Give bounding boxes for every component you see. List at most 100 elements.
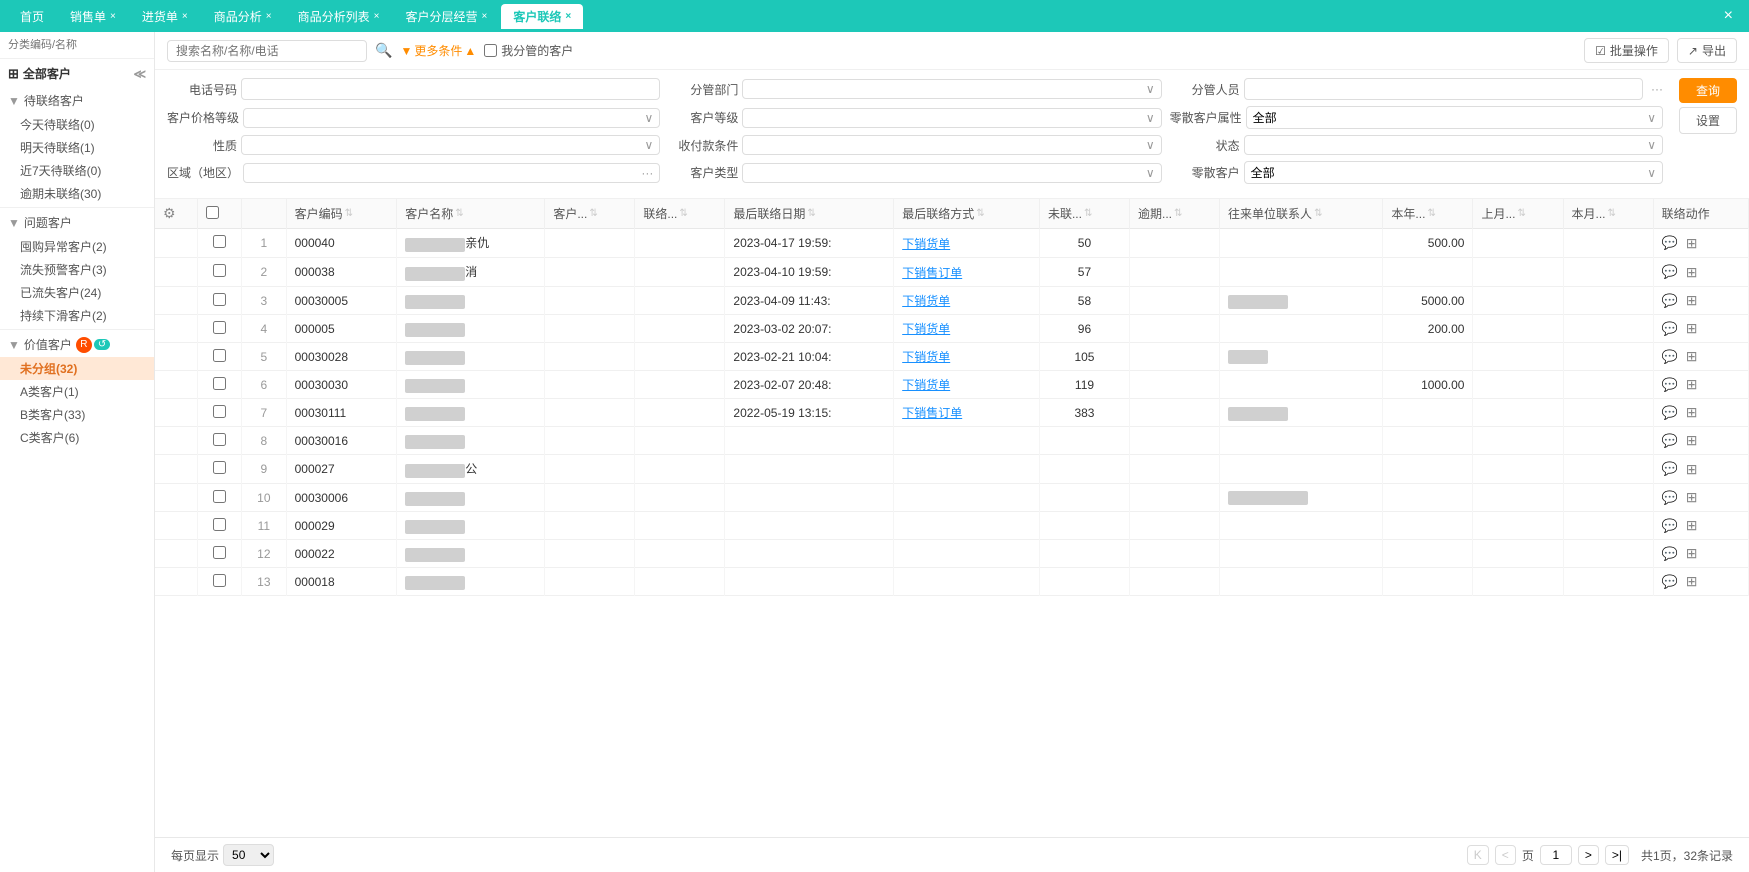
window-close-btn[interactable]: × (1716, 7, 1741, 25)
last-method-link-4[interactable]: 下销货单 (902, 350, 950, 364)
tab-customer-contact[interactable]: 客户联络 × (501, 4, 583, 29)
current-page-input[interactable] (1540, 845, 1572, 865)
sidebar-item-declining[interactable]: 持续下滑客户(2) (0, 304, 154, 327)
grid-icon-10[interactable]: ⊞ (1686, 517, 1698, 534)
chat-icon-10[interactable]: 💬 (1662, 518, 1678, 534)
grid-icon-9[interactable]: ⊞ (1686, 489, 1698, 506)
chat-icon-6[interactable]: 💬 (1662, 405, 1678, 421)
per-page-select[interactable]: 50 100 200 (223, 844, 274, 866)
th-check[interactable] (198, 199, 242, 229)
query-btn[interactable]: 查询 (1679, 78, 1737, 103)
first-page-btn[interactable]: K (1467, 845, 1489, 865)
chat-icon-9[interactable]: 💬 (1662, 490, 1678, 506)
grid-icon-3[interactable]: ⊞ (1686, 320, 1698, 337)
td-check-1[interactable] (198, 258, 242, 287)
sidebar-item-overdue-pending[interactable]: 逾期未联络(30) (0, 182, 154, 205)
my-customers-checkbox-label[interactable]: 我分管的客户 (484, 42, 573, 59)
row-checkbox-11[interactable] (213, 546, 226, 559)
row-checkbox-8[interactable] (213, 461, 226, 474)
grid-icon-0[interactable]: ⊞ (1686, 235, 1698, 252)
sidebar-item-class-c[interactable]: C类客户(6) (0, 426, 154, 449)
sidebar-group-problem-customers[interactable]: ▼ 问题客户 (0, 210, 154, 235)
td-check-5[interactable] (198, 371, 242, 399)
td-check-8[interactable] (198, 455, 242, 484)
tab-purchase-close[interactable]: × (182, 11, 188, 22)
next-page-btn[interactable]: > (1578, 845, 1599, 865)
gear-icon[interactable]: ⚙ (163, 205, 176, 221)
last-method-link-2[interactable]: 下销货单 (902, 294, 950, 308)
chat-icon-3[interactable]: 💬 (1662, 321, 1678, 337)
grid-icon-4[interactable]: ⊞ (1686, 348, 1698, 365)
grid-icon-2[interactable]: ⊞ (1686, 292, 1698, 309)
last-method-link-1[interactable]: 下销售订单 (902, 266, 962, 280)
batch-op-btn[interactable]: ☑ 批量操作 (1584, 38, 1669, 63)
th-code[interactable]: 客户编码⇅ (286, 199, 397, 229)
tab-sales[interactable]: 销售单 × (58, 4, 128, 29)
filter-region-more[interactable]: ··· (641, 166, 653, 180)
tab-customer-tier[interactable]: 客户分层经营 × (393, 4, 499, 29)
tab-customer-tier-close[interactable]: × (481, 11, 487, 22)
sidebar-item-7day-pending[interactable]: 近7天待联络(0) (0, 159, 154, 182)
filter-region-select[interactable]: ··· (243, 163, 660, 183)
more-conditions-btn[interactable]: ▼ 更多条件 ▲ (400, 42, 476, 59)
my-customers-checkbox[interactable] (484, 44, 497, 57)
filter-person-input[interactable] (1244, 78, 1643, 100)
sidebar-group-value-customers[interactable]: ▼ 价值客户 R ↺ (0, 332, 154, 357)
row-checkbox-6[interactable] (213, 405, 226, 418)
sidebar-item-class-b[interactable]: B类客户(33) (0, 403, 154, 426)
sidebar-item-tomorrow-pending[interactable]: 明天待联络(1) (0, 136, 154, 159)
row-checkbox-5[interactable] (213, 377, 226, 390)
chat-icon-2[interactable]: 💬 (1662, 293, 1678, 309)
filter-scattered-customer-select[interactable]: 全部 ∨ (1244, 161, 1663, 184)
th-unit-contact[interactable]: 往来单位联系人⇅ (1220, 199, 1383, 229)
all-customers-header[interactable]: ⊞ 全部客户 ≪ (0, 59, 154, 88)
tab-product-analysis[interactable]: 商品分析 × (202, 4, 284, 29)
filter-phone-input[interactable] (241, 78, 660, 100)
last-method-link-3[interactable]: 下销货单 (902, 322, 950, 336)
tab-sales-close[interactable]: × (110, 11, 116, 22)
chat-icon-0[interactable]: 💬 (1662, 235, 1678, 251)
tab-product-analysis-list-close[interactable]: × (374, 11, 380, 22)
filter-scattered-attr-select[interactable]: 全部 ∨ (1246, 106, 1663, 129)
last-method-link-6[interactable]: 下销售订单 (902, 406, 962, 420)
sidebar-item-churned[interactable]: 已流失客户(24) (0, 281, 154, 304)
chat-icon-11[interactable]: 💬 (1662, 546, 1678, 562)
grid-icon-8[interactable]: ⊞ (1686, 461, 1698, 478)
td-check-0[interactable] (198, 229, 242, 258)
td-check-9[interactable] (198, 484, 242, 512)
filter-nature-select[interactable]: ∨ (241, 135, 660, 155)
sidebar-item-unclassified[interactable]: 未分组(32) (0, 357, 154, 380)
select-all-checkbox[interactable] (206, 206, 219, 219)
td-check-4[interactable] (198, 343, 242, 371)
th-contact[interactable]: 联络...⇅ (635, 199, 725, 229)
filter-customer-type-select[interactable]: ∨ (742, 163, 1161, 183)
grid-icon-11[interactable]: ⊞ (1686, 545, 1698, 562)
filter-person-more[interactable]: ··· (1651, 82, 1663, 96)
row-checkbox-2[interactable] (213, 293, 226, 306)
last-method-link-5[interactable]: 下销货单 (902, 378, 950, 392)
chat-icon-7[interactable]: 💬 (1662, 433, 1678, 449)
row-checkbox-10[interactable] (213, 518, 226, 531)
td-check-11[interactable] (198, 540, 242, 568)
row-checkbox-7[interactable] (213, 433, 226, 446)
row-checkbox-0[interactable] (213, 235, 226, 248)
chat-icon-4[interactable]: 💬 (1662, 349, 1678, 365)
tab-customer-contact-close[interactable]: × (565, 11, 571, 22)
last-page-btn[interactable]: >| (1605, 845, 1629, 865)
row-checkbox-3[interactable] (213, 321, 226, 334)
sidebar-search-input[interactable] (8, 39, 150, 51)
chat-icon-1[interactable]: 💬 (1662, 264, 1678, 280)
row-checkbox-9[interactable] (213, 490, 226, 503)
last-method-link-0[interactable]: 下销货单 (902, 237, 950, 251)
td-check-10[interactable] (198, 512, 242, 540)
filter-payment-select[interactable]: ∨ (742, 135, 1161, 155)
td-check-12[interactable] (198, 568, 242, 596)
export-btn[interactable]: ↗ 导出 (1677, 38, 1737, 63)
row-checkbox-4[interactable] (213, 349, 226, 362)
chat-icon-5[interactable]: 💬 (1662, 377, 1678, 393)
th-this-month[interactable]: 本月...⇅ (1563, 199, 1653, 229)
grid-icon-5[interactable]: ⊞ (1686, 376, 1698, 393)
th-settings[interactable]: ⚙ (155, 199, 198, 229)
tab-purchase[interactable]: 进货单 × (130, 4, 200, 29)
grid-icon-7[interactable]: ⊞ (1686, 432, 1698, 449)
